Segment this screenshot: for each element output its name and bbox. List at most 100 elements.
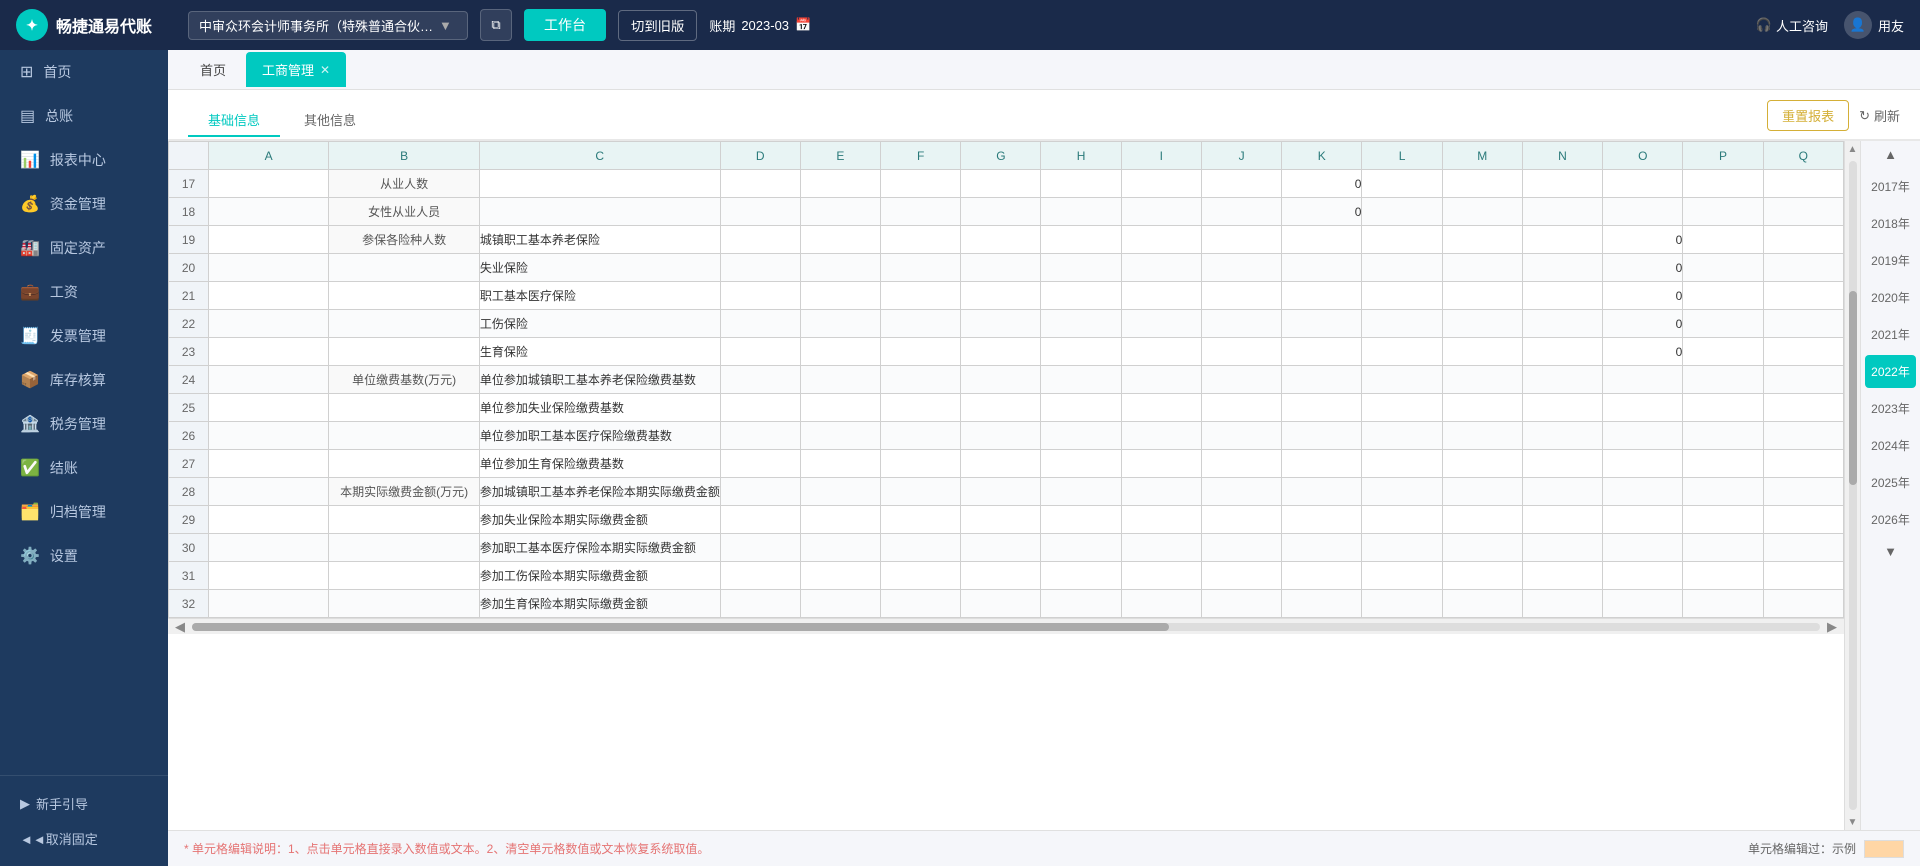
cell-19-k[interactable] (1282, 226, 1362, 254)
cell-24-h[interactable] (1041, 366, 1121, 394)
cell-21-c[interactable]: 职工基本医疗保险 (479, 282, 720, 310)
cell-30-b[interactable] (329, 534, 479, 562)
cell-23-m[interactable] (1442, 338, 1522, 366)
cell-32-j[interactable] (1201, 590, 1281, 618)
cell-25-j[interactable] (1201, 394, 1281, 422)
cell-24-m[interactable] (1442, 366, 1522, 394)
cell-24-l[interactable] (1362, 366, 1442, 394)
cell-23-d[interactable] (720, 338, 800, 366)
cell-27-g[interactable] (961, 450, 1041, 478)
cell-22-n[interactable] (1522, 310, 1602, 338)
cell-22-m[interactable] (1442, 310, 1522, 338)
cell-23-h[interactable] (1041, 338, 1121, 366)
cell-25-b[interactable] (329, 394, 479, 422)
cell-28-p[interactable] (1683, 478, 1763, 506)
cell-25-a[interactable] (209, 394, 329, 422)
cell-17-c[interactable] (479, 170, 720, 198)
cell-25-d[interactable] (720, 394, 800, 422)
refresh-button[interactable]: ↻ 刷新 (1859, 106, 1900, 125)
cell-21-p[interactable] (1683, 282, 1763, 310)
cell-17-f[interactable] (881, 170, 961, 198)
cell-23-g[interactable] (961, 338, 1041, 366)
calendar-icon[interactable]: 📅 (795, 17, 811, 33)
cell-22-g[interactable] (961, 310, 1041, 338)
cell-30-m[interactable] (1442, 534, 1522, 562)
cell-21-o[interactable]: 0 (1603, 282, 1683, 310)
cell-24-c[interactable]: 单位参加城镇职工基本养老保险缴费基数 (479, 366, 720, 394)
cell-27-a[interactable] (209, 450, 329, 478)
cell-21-b[interactable] (329, 282, 479, 310)
cell-32-p[interactable] (1683, 590, 1763, 618)
cell-29-e[interactable] (800, 506, 880, 534)
cell-28-i[interactable] (1121, 478, 1201, 506)
cell-19-p[interactable] (1683, 226, 1763, 254)
cell-30-f[interactable] (881, 534, 961, 562)
cell-26-f[interactable] (881, 422, 961, 450)
cell-28-j[interactable] (1201, 478, 1281, 506)
cell-19-i[interactable] (1121, 226, 1201, 254)
cell-18-o[interactable] (1603, 198, 1683, 226)
cell-19-l[interactable] (1362, 226, 1442, 254)
cell-26-g[interactable] (961, 422, 1041, 450)
cell-32-a[interactable] (209, 590, 329, 618)
year-2021[interactable]: 2021年 (1865, 318, 1916, 351)
cell-28-n[interactable] (1522, 478, 1602, 506)
cell-27-c[interactable]: 单位参加生育保险缴费基数 (479, 450, 720, 478)
v-scroll-up-arrow[interactable]: ▲ (1845, 141, 1861, 157)
cell-18-j[interactable] (1201, 198, 1281, 226)
cell-18-l[interactable] (1362, 198, 1442, 226)
cell-20-i[interactable] (1121, 254, 1201, 282)
cell-31-a[interactable] (209, 562, 329, 590)
cell-31-p[interactable] (1683, 562, 1763, 590)
cell-21-m[interactable] (1442, 282, 1522, 310)
cell-31-n[interactable] (1522, 562, 1602, 590)
sub-tab-other[interactable]: 其他信息 (284, 104, 376, 137)
cell-24-o[interactable] (1603, 366, 1683, 394)
cell-31-k[interactable] (1282, 562, 1362, 590)
scroll-left-arrow[interactable]: ◀ (172, 619, 188, 635)
cell-30-h[interactable] (1041, 534, 1121, 562)
cell-27-k[interactable] (1282, 450, 1362, 478)
cell-32-o[interactable] (1603, 590, 1683, 618)
cell-25-q[interactable] (1763, 394, 1843, 422)
service-button[interactable]: 🎧 人工咨询 (1756, 16, 1828, 35)
cell-20-n[interactable] (1522, 254, 1602, 282)
year-2018[interactable]: 2018年 (1865, 207, 1916, 240)
cell-18-d[interactable] (720, 198, 800, 226)
cell-29-h[interactable] (1041, 506, 1121, 534)
cell-24-a[interactable] (209, 366, 329, 394)
cell-30-g[interactable] (961, 534, 1041, 562)
cell-22-k[interactable] (1282, 310, 1362, 338)
cell-19-b[interactable]: 参保各险种人数 (329, 226, 479, 254)
cell-23-a[interactable] (209, 338, 329, 366)
cell-19-q[interactable] (1763, 226, 1843, 254)
cell-26-i[interactable] (1121, 422, 1201, 450)
cell-20-g[interactable] (961, 254, 1041, 282)
cell-28-h[interactable] (1041, 478, 1121, 506)
cell-19-m[interactable] (1442, 226, 1522, 254)
cell-22-j[interactable] (1201, 310, 1281, 338)
cell-18-c[interactable] (479, 198, 720, 226)
year-2025[interactable]: 2025年 (1865, 466, 1916, 499)
cell-21-q[interactable] (1763, 282, 1843, 310)
cell-30-d[interactable] (720, 534, 800, 562)
cell-24-p[interactable] (1683, 366, 1763, 394)
cell-32-k[interactable] (1282, 590, 1362, 618)
cell-21-g[interactable] (961, 282, 1041, 310)
cell-20-m[interactable] (1442, 254, 1522, 282)
year-nav-up[interactable]: ▲ (1861, 141, 1920, 168)
cell-32-c[interactable]: 参加生育保险本期实际缴费金额 (479, 590, 720, 618)
cell-19-g[interactable] (961, 226, 1041, 254)
v-scroll-thumb[interactable] (1849, 291, 1857, 486)
cell-21-h[interactable] (1041, 282, 1121, 310)
cell-30-c[interactable]: 参加职工基本医疗保险本期实际缴费金额 (479, 534, 720, 562)
cell-27-q[interactable] (1763, 450, 1843, 478)
cell-32-q[interactable] (1763, 590, 1843, 618)
cell-32-d[interactable] (720, 590, 800, 618)
sidebar-item-payroll[interactable]: 💼 工资 (0, 270, 168, 314)
cell-22-f[interactable] (881, 310, 961, 338)
cell-26-o[interactable] (1603, 422, 1683, 450)
cell-17-g[interactable] (961, 170, 1041, 198)
cell-18-p[interactable] (1683, 198, 1763, 226)
year-2017[interactable]: 2017年 (1865, 170, 1916, 203)
